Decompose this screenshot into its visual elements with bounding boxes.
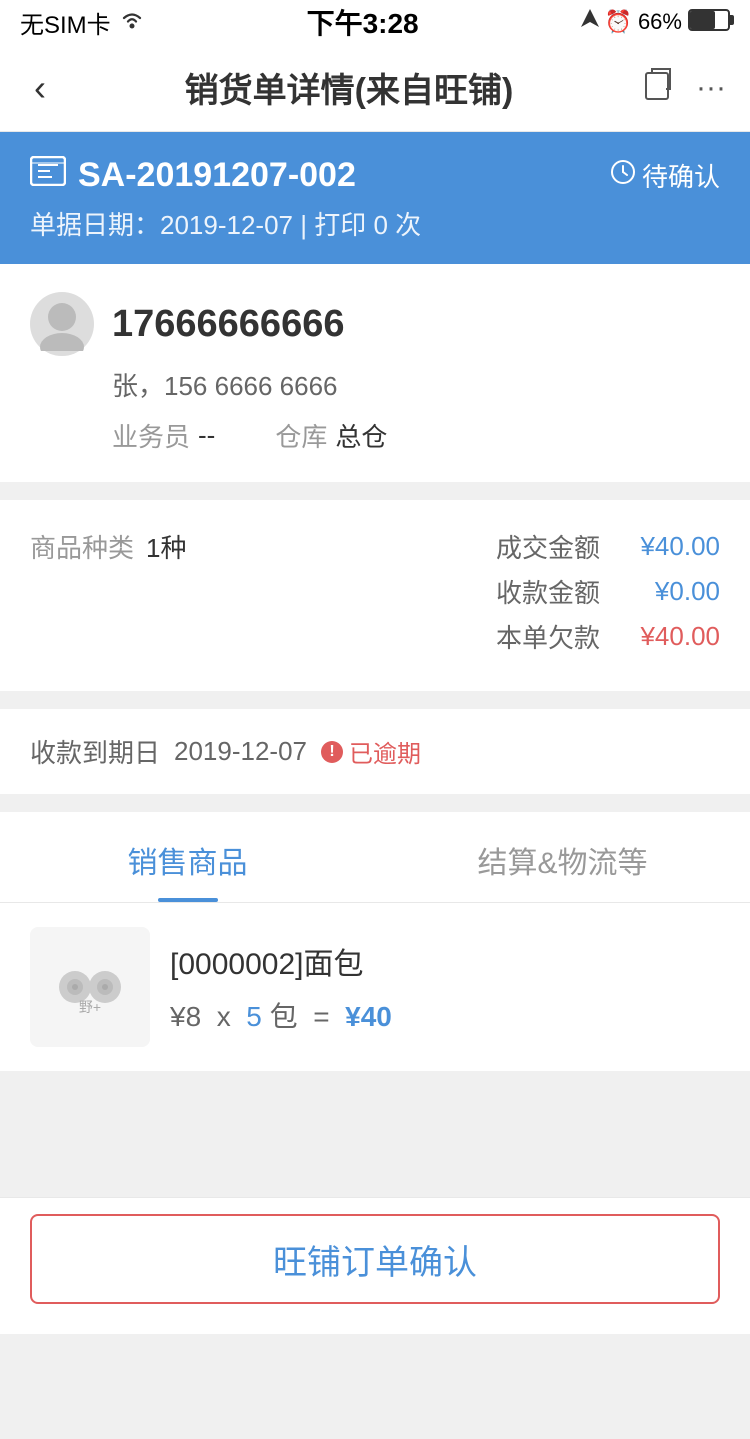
carrier-label: 无SIM卡 [20,5,111,40]
amount-row-2: 本单欠款 ¥40.00 [496,618,720,655]
summary-section: 商品种类 1种 成交金额 ¥40.00 收款金额 ¥0.00 本单欠款 ¥40.… [0,500,750,691]
nav-actions: ··· [642,67,726,109]
order-date-row: 单据日期：2019-12-07 | 打印 0 次 [30,205,720,242]
sales-value: -- [198,420,215,451]
product-section: 野+ [0000002]面包 ¥8 x 5 包 = ¥40 [0,903,750,1071]
alarm-icon: ⏰ [605,9,632,35]
order-number-row: SA-20191207-002 待确认 [30,156,720,195]
status-time: 下午3:28 [307,2,419,42]
tab-settlement[interactable]: 结算&物流等 [375,812,750,902]
warehouse-value: 总仓 [335,417,387,454]
item-type-value: 1种 [146,528,186,565]
product-info: [0000002]面包 ¥8 x 5 包 = ¥40 [170,939,720,1035]
tabs-section: 销售商品 结算&物流等 [0,812,750,903]
due-section: 收款到期日 2019-12-07 ! 已逾期 [0,709,750,794]
product-thumbnail: 野+ [30,927,150,1047]
share-button[interactable] [642,67,676,109]
summary-right: 成交金额 ¥40.00 收款金额 ¥0.00 本单欠款 ¥40.00 [496,528,720,663]
due-date: 2019-12-07 [174,736,307,767]
amount-value-2: ¥40.00 [620,621,720,652]
overdue-label: 已逾期 [349,734,421,769]
due-label: 收款到期日 [30,733,160,770]
order-number: SA-20191207-002 [30,156,356,195]
item-type-row: 商品种类 1种 [30,528,186,565]
tab-products[interactable]: 销售商品 [0,812,375,902]
status-bar: 无SIM卡 下午3:28 ⏰ 66% [0,0,750,44]
customer-meta: 业务员 -- 仓库 总仓 [112,417,720,454]
customer-row: 17666666666 [30,292,720,356]
amount-label-1: 收款金额 [496,573,600,610]
svg-text:野+: 野+ [79,999,101,1015]
status-right: ⏰ 66% [581,9,730,35]
battery-icon [688,9,730,35]
order-header: SA-20191207-002 待确认 单据日期：2019-12-07 | 打印… [0,132,750,264]
product-qty: 5 [246,1001,262,1032]
bottom-bar: 旺铺订单确认 [0,1197,750,1334]
amount-value-1: ¥0.00 [620,576,720,607]
order-icon [30,156,66,195]
product-price: ¥8 x 5 包 = ¥40 [170,995,720,1035]
order-number-text: SA-20191207-002 [78,156,356,195]
battery-label: 66% [638,9,682,35]
nav-bar: ‹ 销货单详情(来自旺铺) ··· [0,44,750,132]
amount-label-0: 成交金额 [496,528,600,565]
item-type-label: 商品种类 [30,528,134,565]
product-name: [0000002]面包 [170,939,720,983]
page-title: 销货单详情(来自旺铺) [56,63,642,112]
product-item: 野+ [0000002]面包 ¥8 x 5 包 = ¥40 [30,927,720,1047]
summary-left: 商品种类 1种 [30,528,186,565]
clock-icon [610,159,636,192]
summary-grid: 商品种类 1种 成交金额 ¥40.00 收款金额 ¥0.00 本单欠款 ¥40.… [30,528,720,663]
confirm-button[interactable]: 旺铺订单确认 [30,1214,720,1304]
more-button[interactable]: ··· [696,71,726,105]
back-button[interactable]: ‹ [24,57,56,119]
amount-row-0: 成交金额 ¥40.00 [496,528,720,565]
order-status: 待确认 [610,157,720,194]
amount-label-2: 本单欠款 [496,618,600,655]
wifi-icon [119,8,145,36]
overdue-badge: ! 已逾期 [321,734,421,769]
customer-name: 张，156 6666 6666 [112,366,720,403]
status-text: 待确认 [642,157,720,194]
warehouse-label: 仓库 [275,417,327,454]
amount-value-0: ¥40.00 [620,531,720,562]
overdue-icon: ! [321,741,343,763]
avatar [30,292,94,356]
gps-icon [581,9,599,35]
customer-section: 17666666666 张，156 6666 6666 业务员 -- 仓库 总仓 [0,264,750,482]
customer-phone: 17666666666 [112,303,344,346]
sales-label: 业务员 [112,417,190,454]
amount-row-1: 收款金额 ¥0.00 [496,573,720,610]
product-total: ¥40 [345,1001,392,1032]
tabs-header: 销售商品 结算&物流等 [0,812,750,903]
status-left: 无SIM卡 [20,5,145,40]
